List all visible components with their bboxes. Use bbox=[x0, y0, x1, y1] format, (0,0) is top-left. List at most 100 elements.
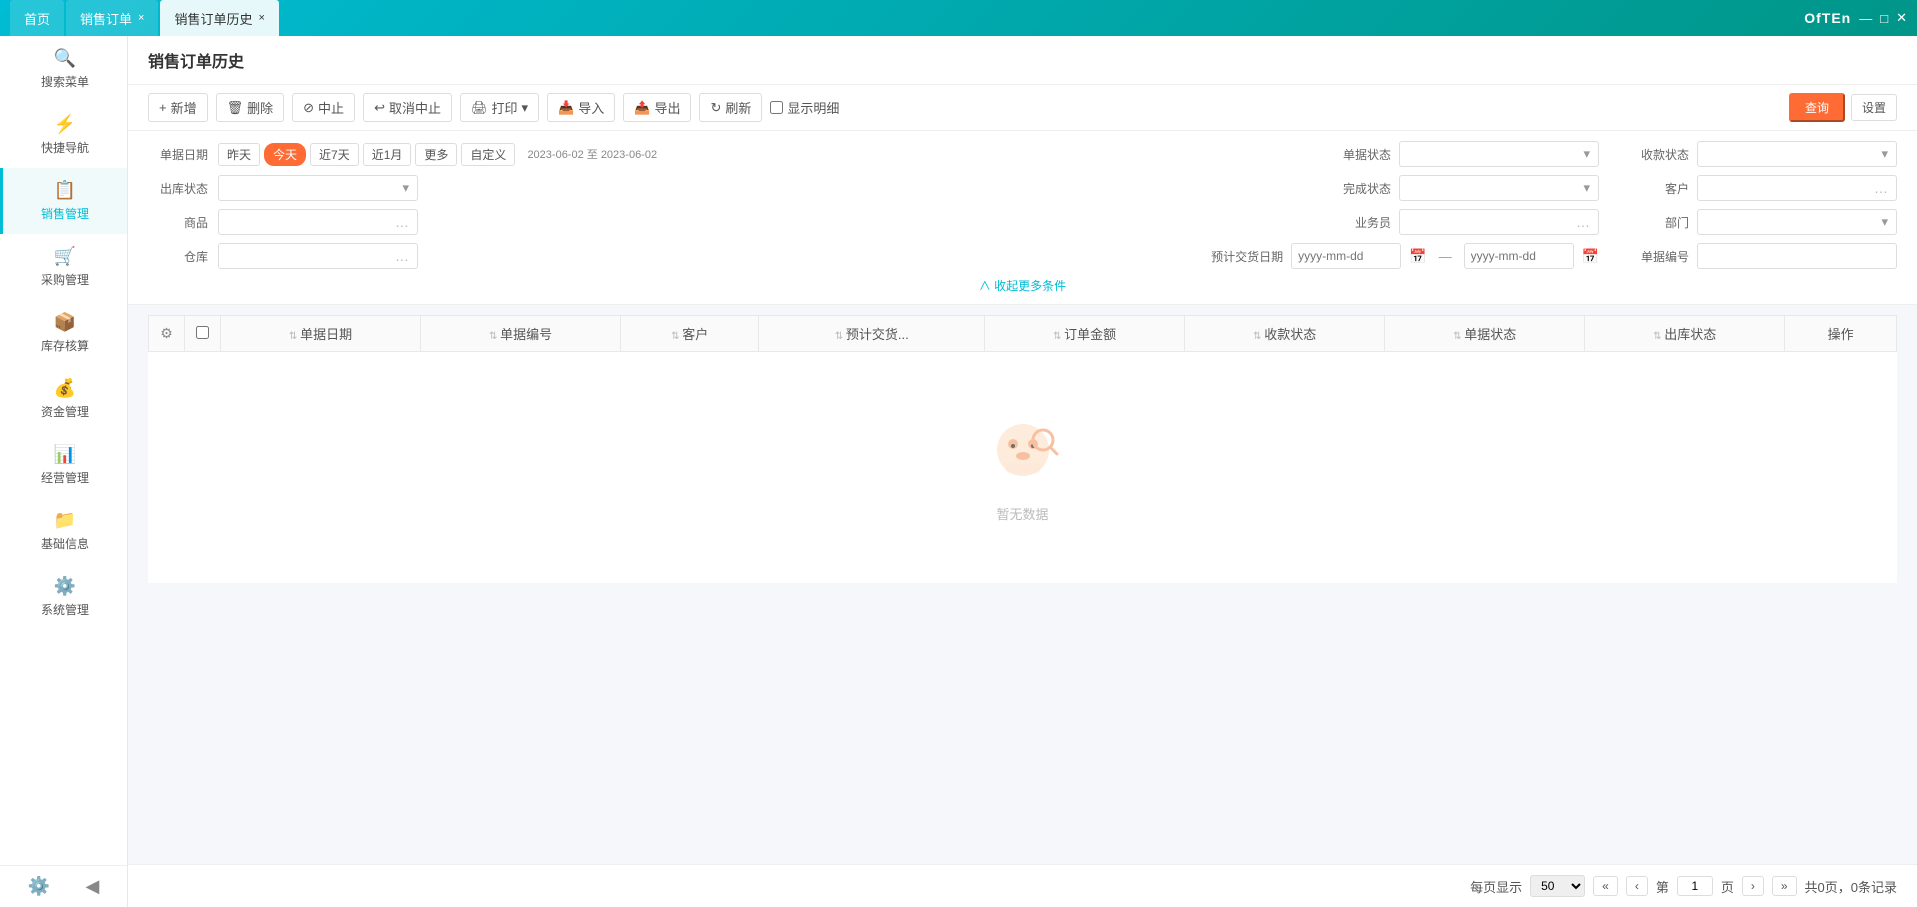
col-customer-sort-icon[interactable]: ⇅ bbox=[671, 331, 682, 342]
show-detail-checkbox[interactable] bbox=[770, 101, 783, 114]
date-btn-1month[interactable]: 近1月 bbox=[363, 143, 412, 166]
customer-dots-icon[interactable]: … bbox=[1874, 180, 1888, 196]
date-btn-custom[interactable]: 自定义 bbox=[461, 143, 515, 166]
maximize-btn[interactable]: □ bbox=[1880, 11, 1888, 26]
delivery-date-to-calendar-icon[interactable]: 📅 bbox=[1582, 248, 1599, 265]
col-customer-label: 客户 bbox=[682, 327, 708, 342]
per-page-select[interactable]: 50 100 200 bbox=[1530, 875, 1585, 897]
table-body: 暂无数据 bbox=[149, 352, 1897, 584]
sidebar-item-inventory[interactable]: 📦 库存核算 bbox=[0, 300, 127, 366]
product-select[interactable]: … bbox=[218, 209, 418, 235]
outbound-status-chevron-icon: ▾ bbox=[402, 180, 409, 196]
col-bill-num-sort-icon[interactable]: ⇅ bbox=[489, 331, 500, 342]
sales-mgmt-icon: 📋 bbox=[54, 180, 76, 201]
col-amount-sort-icon[interactable]: ⇅ bbox=[1053, 331, 1064, 342]
sidebar-item-search-menu[interactable]: 🔍 搜索菜单 bbox=[0, 36, 127, 102]
filter-row-2: 出库状态 ▾ 完成状态 ▾ 客户 … bbox=[148, 175, 1897, 201]
delivery-date-from[interactable] bbox=[1291, 243, 1401, 269]
warehouse-dots-icon[interactable]: … bbox=[395, 248, 409, 264]
col-receipt-sort-icon[interactable]: ⇅ bbox=[1253, 331, 1264, 342]
sidebar-settings-icon[interactable]: ⚙️ bbox=[28, 876, 50, 897]
date-btn-today[interactable]: 今天 bbox=[264, 143, 306, 166]
query-button[interactable]: 查询 bbox=[1789, 93, 1845, 122]
first-page-button[interactable]: « bbox=[1593, 876, 1618, 896]
tab-sales-order-history-close[interactable]: × bbox=[258, 12, 264, 24]
stop-button[interactable]: ⊘ 中止 bbox=[292, 93, 355, 122]
sidebar-item-finance[interactable]: 💰 资金管理 bbox=[0, 366, 127, 432]
customer-select[interactable]: … bbox=[1697, 175, 1897, 201]
settings-button[interactable]: 设置 bbox=[1851, 94, 1897, 121]
col-outbound-label: 出库状态 bbox=[1664, 327, 1716, 342]
sidebar-item-operations-label: 经营管理 bbox=[41, 469, 89, 486]
sidebar-item-finance-label: 资金管理 bbox=[41, 403, 89, 420]
main-layout: 🔍 搜索菜单 ⚡ 快捷导航 📋 销售管理 🛒 采购管理 📦 库存核算 💰 资金管… bbox=[0, 36, 1917, 907]
col-amount-label: 订单金额 bbox=[1064, 327, 1116, 342]
cancel-stop-button[interactable]: ↩ 取消中止 bbox=[363, 93, 452, 122]
import-button[interactable]: 📥 导入 bbox=[547, 93, 615, 122]
sales-rep-select[interactable]: … bbox=[1399, 209, 1599, 235]
collapse-button[interactable]: ∧ 收起更多条件 bbox=[979, 277, 1066, 294]
table-settings-icon[interactable]: ⚙ bbox=[160, 325, 173, 341]
date-btn-more[interactable]: 更多 bbox=[415, 143, 457, 166]
sidebar-item-sys-mgmt[interactable]: ⚙️ 系统管理 bbox=[0, 564, 127, 630]
close-btn[interactable]: ✕ bbox=[1896, 10, 1907, 26]
bill-number-label: 单据编号 bbox=[1629, 248, 1689, 265]
sidebar-item-quick-nav[interactable]: ⚡ 快捷导航 bbox=[0, 102, 127, 168]
sidebar-item-sales-mgmt[interactable]: 📋 销售管理 bbox=[0, 168, 127, 234]
delivery-date-to[interactable] bbox=[1464, 243, 1574, 269]
department-chevron-icon: ▾ bbox=[1881, 214, 1888, 230]
outbound-status-select[interactable]: ▾ bbox=[218, 175, 418, 201]
sales-rep-dots-icon[interactable]: … bbox=[1576, 214, 1590, 230]
completion-status-chevron-icon: ▾ bbox=[1583, 180, 1590, 196]
tab-sales-order-close[interactable]: × bbox=[138, 12, 144, 24]
operations-icon: 📊 bbox=[54, 444, 76, 465]
bill-status-select[interactable]: ▾ bbox=[1399, 141, 1599, 167]
bill-status-chevron-icon: ▾ bbox=[1583, 146, 1590, 162]
prev-page-button[interactable]: ‹ bbox=[1626, 876, 1648, 896]
sidebar-collapse-icon[interactable]: ◀ bbox=[85, 876, 99, 897]
refresh-icon: ↻ bbox=[710, 100, 721, 116]
inventory-icon: 📦 bbox=[54, 312, 76, 333]
next-page-button[interactable]: › bbox=[1742, 876, 1764, 896]
sys-mgmt-icon: ⚙️ bbox=[54, 576, 76, 597]
tab-sales-order-history[interactable]: 销售订单历史 × bbox=[160, 0, 278, 36]
table-select-all-checkbox[interactable] bbox=[196, 326, 209, 339]
export-button[interactable]: 📤 导出 bbox=[623, 93, 691, 122]
print-button[interactable]: 🖨 打印 ▾ bbox=[460, 93, 539, 122]
page-header: 销售订单历史 bbox=[128, 36, 1917, 85]
completion-status-select[interactable]: ▾ bbox=[1399, 175, 1599, 201]
col-bill-status-sort-icon[interactable]: ⇅ bbox=[1453, 331, 1464, 342]
col-delivery-sort-icon[interactable]: ⇅ bbox=[835, 331, 846, 342]
show-detail-checkbox-label: 显示明细 bbox=[770, 98, 839, 117]
department-select[interactable]: ▾ bbox=[1697, 209, 1897, 235]
brand-label: OfTEn bbox=[1804, 10, 1851, 26]
refresh-button[interactable]: ↻ 刷新 bbox=[699, 93, 762, 122]
product-dots-icon[interactable]: … bbox=[395, 214, 409, 230]
tab-home[interactable]: 首页 bbox=[10, 0, 64, 36]
sidebar: 🔍 搜索菜单 ⚡ 快捷导航 📋 销售管理 🛒 采购管理 📦 库存核算 💰 资金管… bbox=[0, 36, 128, 907]
page-number-input[interactable] bbox=[1677, 876, 1713, 896]
col-outbound-sort-icon[interactable]: ⇅ bbox=[1653, 331, 1664, 342]
col-date-sort-icon[interactable]: ⇅ bbox=[289, 331, 300, 342]
delivery-date-from-calendar-icon[interactable]: 📅 bbox=[1409, 248, 1426, 265]
sidebar-item-purchase-mgmt-label: 采购管理 bbox=[41, 271, 89, 288]
top-bar: 首页 销售订单 × 销售订单历史 × OfTEn — □ ✕ bbox=[0, 0, 1917, 36]
sidebar-item-sys-mgmt-label: 系统管理 bbox=[41, 601, 89, 618]
receipt-status-select[interactable]: ▾ bbox=[1697, 141, 1897, 167]
new-button[interactable]: + 新增 bbox=[148, 93, 208, 122]
tab-sales-order[interactable]: 销售订单 × bbox=[66, 0, 158, 36]
warehouse-select[interactable]: … bbox=[218, 243, 418, 269]
sidebar-item-operations[interactable]: 📊 经营管理 bbox=[0, 432, 127, 498]
sales-rep-label: 业务员 bbox=[1331, 214, 1391, 231]
minimize-btn[interactable]: — bbox=[1859, 11, 1872, 26]
sidebar-item-base-info[interactable]: 📁 基础信息 bbox=[0, 498, 127, 564]
date-btn-7days[interactable]: 近7天 bbox=[310, 143, 359, 166]
last-page-button[interactable]: » bbox=[1772, 876, 1797, 896]
print-arrow-icon: ▾ bbox=[522, 100, 529, 116]
print-label: 打印 bbox=[492, 98, 518, 117]
customer-label: 客户 bbox=[1629, 180, 1689, 197]
sidebar-item-purchase-mgmt[interactable]: 🛒 采购管理 bbox=[0, 234, 127, 300]
delete-button[interactable]: 🗑 删除 bbox=[216, 93, 285, 122]
bill-number-input[interactable] bbox=[1697, 243, 1897, 269]
date-btn-yesterday[interactable]: 昨天 bbox=[218, 143, 260, 166]
